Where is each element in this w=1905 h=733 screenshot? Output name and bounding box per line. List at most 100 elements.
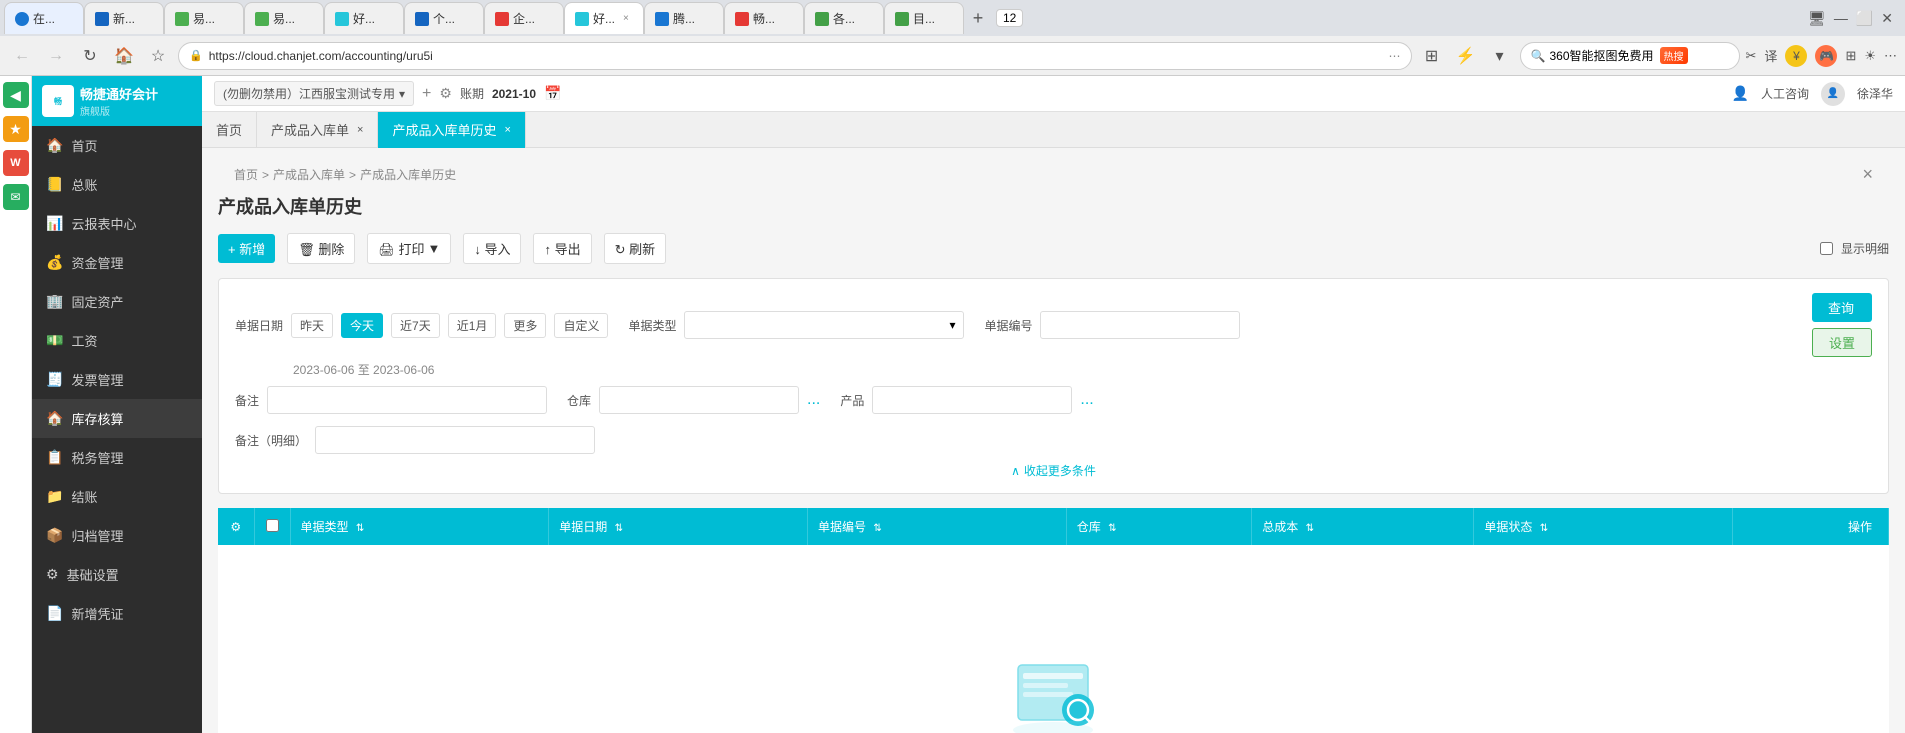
icon-bar-weibo[interactable]: W: [3, 150, 29, 176]
voucher-type-select[interactable]: ▾: [684, 311, 964, 339]
remark-detail-input[interactable]: [315, 426, 595, 454]
new-button[interactable]: + 新增: [218, 234, 275, 263]
tab-2[interactable]: 新...: [84, 2, 164, 34]
remark-input[interactable]: [267, 386, 547, 414]
search-bar[interactable]: 🔍 360智能抠图免费用 热搜: [1520, 42, 1740, 70]
minimize-button[interactable]: —: [1834, 10, 1848, 26]
tab-4[interactable]: 易...: [244, 2, 324, 34]
company-select[interactable]: (勿删勿禁用）江西服宝测试专用 ▾: [214, 81, 414, 106]
yuan-icon[interactable]: ¥: [1785, 45, 1807, 67]
select-all-checkbox[interactable]: [266, 519, 279, 532]
sidebar-item-invoice[interactable]: 🧾 发票管理: [32, 360, 202, 399]
page-tab-home[interactable]: 首页: [202, 112, 257, 148]
sidebar-item-settings[interactable]: ⚙ 基础设置: [32, 555, 202, 594]
content-close-button[interactable]: ×: [1862, 164, 1873, 185]
grid-view-icon[interactable]: ⊞: [1845, 48, 1856, 64]
icon-bar-mail[interactable]: ✉: [3, 184, 29, 210]
voucher-number-input[interactable]: [1040, 311, 1240, 339]
date-btn-1month[interactable]: 近1月: [448, 313, 497, 338]
tab-11[interactable]: 各...: [804, 2, 884, 34]
date-btn-custom[interactable]: 自定义: [554, 313, 608, 338]
service-label[interactable]: 人工咨询: [1761, 85, 1809, 102]
col-check[interactable]: [254, 508, 290, 545]
back-button[interactable]: ←: [8, 42, 36, 70]
import-button[interactable]: ↓ 导入: [463, 233, 521, 264]
tab-1[interactable]: 在...: [4, 2, 84, 34]
export-button[interactable]: ↑ 导出: [533, 233, 591, 264]
scissors-icon[interactable]: ✂: [1746, 48, 1757, 64]
col-warehouse[interactable]: 仓库 ⇅: [1066, 508, 1251, 545]
tab-9[interactable]: 腾...: [644, 2, 724, 34]
page-tab-list-close[interactable]: ×: [357, 124, 363, 136]
sidebar-item-home[interactable]: 🏠 首页: [32, 126, 202, 165]
col-voucher-number[interactable]: 单据编号 ⇅: [808, 508, 1067, 545]
icon-bar-back[interactable]: ◀: [3, 82, 29, 108]
date-btn-yesterday[interactable]: 昨天: [291, 313, 333, 338]
tab-5[interactable]: 好...: [324, 2, 404, 34]
game-icon[interactable]: 🎮: [1815, 45, 1837, 67]
date-btn-today[interactable]: 今天: [341, 313, 383, 338]
maximize-button[interactable]: ⬜: [1856, 10, 1873, 27]
product-dots[interactable]: ...: [1080, 391, 1093, 409]
calendar-icon[interactable]: 📅: [544, 85, 561, 102]
sidebar-item-funds[interactable]: 💰 资金管理: [32, 243, 202, 282]
col-total-cost[interactable]: 总成本 ⇅: [1252, 508, 1474, 545]
page-tab-list[interactable]: 产成品入库单 ×: [257, 112, 378, 148]
print-button[interactable]: 🖨 打印 ▼: [367, 233, 451, 264]
lightning-button[interactable]: ⚡: [1452, 42, 1480, 70]
sidebar-item-checkout[interactable]: 📁 结账: [32, 477, 202, 516]
sidebar-item-assets[interactable]: 🏢 固定资产: [32, 282, 202, 321]
date-btn-more[interactable]: 更多: [504, 313, 546, 338]
settings-filter-button[interactable]: 设置: [1812, 328, 1872, 357]
topbar-settings-icon[interactable]: ⚙: [439, 85, 452, 102]
translate-icon[interactable]: 译: [1764, 46, 1777, 65]
grid-button[interactable]: ⊞: [1418, 42, 1446, 70]
home-button[interactable]: 🏠: [110, 42, 138, 70]
breadcrumb-history[interactable]: 产成品入库单历史: [360, 166, 456, 183]
sidebar-item-wages[interactable]: 💵 工资: [32, 321, 202, 360]
forward-button[interactable]: →: [42, 42, 70, 70]
page-tab-history-close[interactable]: ×: [504, 124, 510, 136]
bookmark-button[interactable]: ☆: [144, 42, 172, 70]
product-input[interactable]: [872, 386, 1072, 414]
sidebar-item-reports[interactable]: 📊 云报表中心: [32, 204, 202, 243]
tab-close-8[interactable]: ×: [623, 13, 629, 24]
add-company-button[interactable]: +: [422, 85, 431, 103]
show-detail-checkbox[interactable]: [1820, 242, 1833, 255]
sidebar-item-ledger[interactable]: 📒 总账: [32, 165, 202, 204]
sidebar-item-newbill[interactable]: 📄 新增凭证: [32, 594, 202, 633]
tab-10[interactable]: 畅...: [724, 2, 804, 34]
refresh-button[interactable]: ↻ 刷新: [604, 233, 667, 264]
warehouse-dots[interactable]: ...: [807, 391, 820, 409]
sidebar-item-archive[interactable]: 📦 归档管理: [32, 516, 202, 555]
print-dropdown-icon[interactable]: ▼: [427, 241, 440, 256]
tab-7[interactable]: 企...: [484, 2, 564, 34]
url-bar[interactable]: 🔒 https://cloud.chanjet.com/accounting/u…: [178, 42, 1412, 70]
col-voucher-date[interactable]: 单据日期 ⇅: [549, 508, 808, 545]
tab-12[interactable]: 目...: [884, 2, 964, 34]
date-btn-7days[interactable]: 近7天: [391, 313, 440, 338]
tab-8[interactable]: 好... ×: [564, 2, 644, 34]
collapse-button[interactable]: ∧ 收起更多条件: [235, 462, 1872, 479]
breadcrumb-home[interactable]: 首页: [234, 166, 258, 183]
icon-bar-star[interactable]: ★: [3, 116, 29, 142]
more-icon[interactable]: ⋯: [1884, 48, 1897, 64]
user-label[interactable]: 徐泽华: [1857, 85, 1893, 102]
query-button[interactable]: 查询: [1812, 293, 1872, 322]
page-tab-history[interactable]: 产成品入库单历史 ×: [378, 112, 525, 148]
tab-3[interactable]: 易...: [164, 2, 244, 34]
refresh-button[interactable]: ↻: [76, 42, 104, 70]
col-voucher-type[interactable]: 单据类型 ⇅: [290, 508, 549, 545]
tab-6[interactable]: 个...: [404, 2, 484, 34]
dropdown-button[interactable]: ▾: [1486, 42, 1514, 70]
sidebar-item-tax[interactable]: 📋 税务管理: [32, 438, 202, 477]
breadcrumb-list[interactable]: 产成品入库单: [273, 166, 345, 183]
col-voucher-status[interactable]: 单据状态 ⇅: [1474, 508, 1733, 545]
new-tab-button[interactable]: +: [964, 4, 992, 32]
col-gear[interactable]: ⚙: [218, 508, 254, 545]
warehouse-input[interactable]: [599, 386, 799, 414]
delete-button[interactable]: 🗑 删除: [287, 233, 355, 264]
close-window-button[interactable]: ✕: [1881, 10, 1893, 27]
theme-icon[interactable]: ☀: [1864, 48, 1876, 64]
sidebar-item-inventory[interactable]: 🏠 库存核算: [32, 399, 202, 438]
